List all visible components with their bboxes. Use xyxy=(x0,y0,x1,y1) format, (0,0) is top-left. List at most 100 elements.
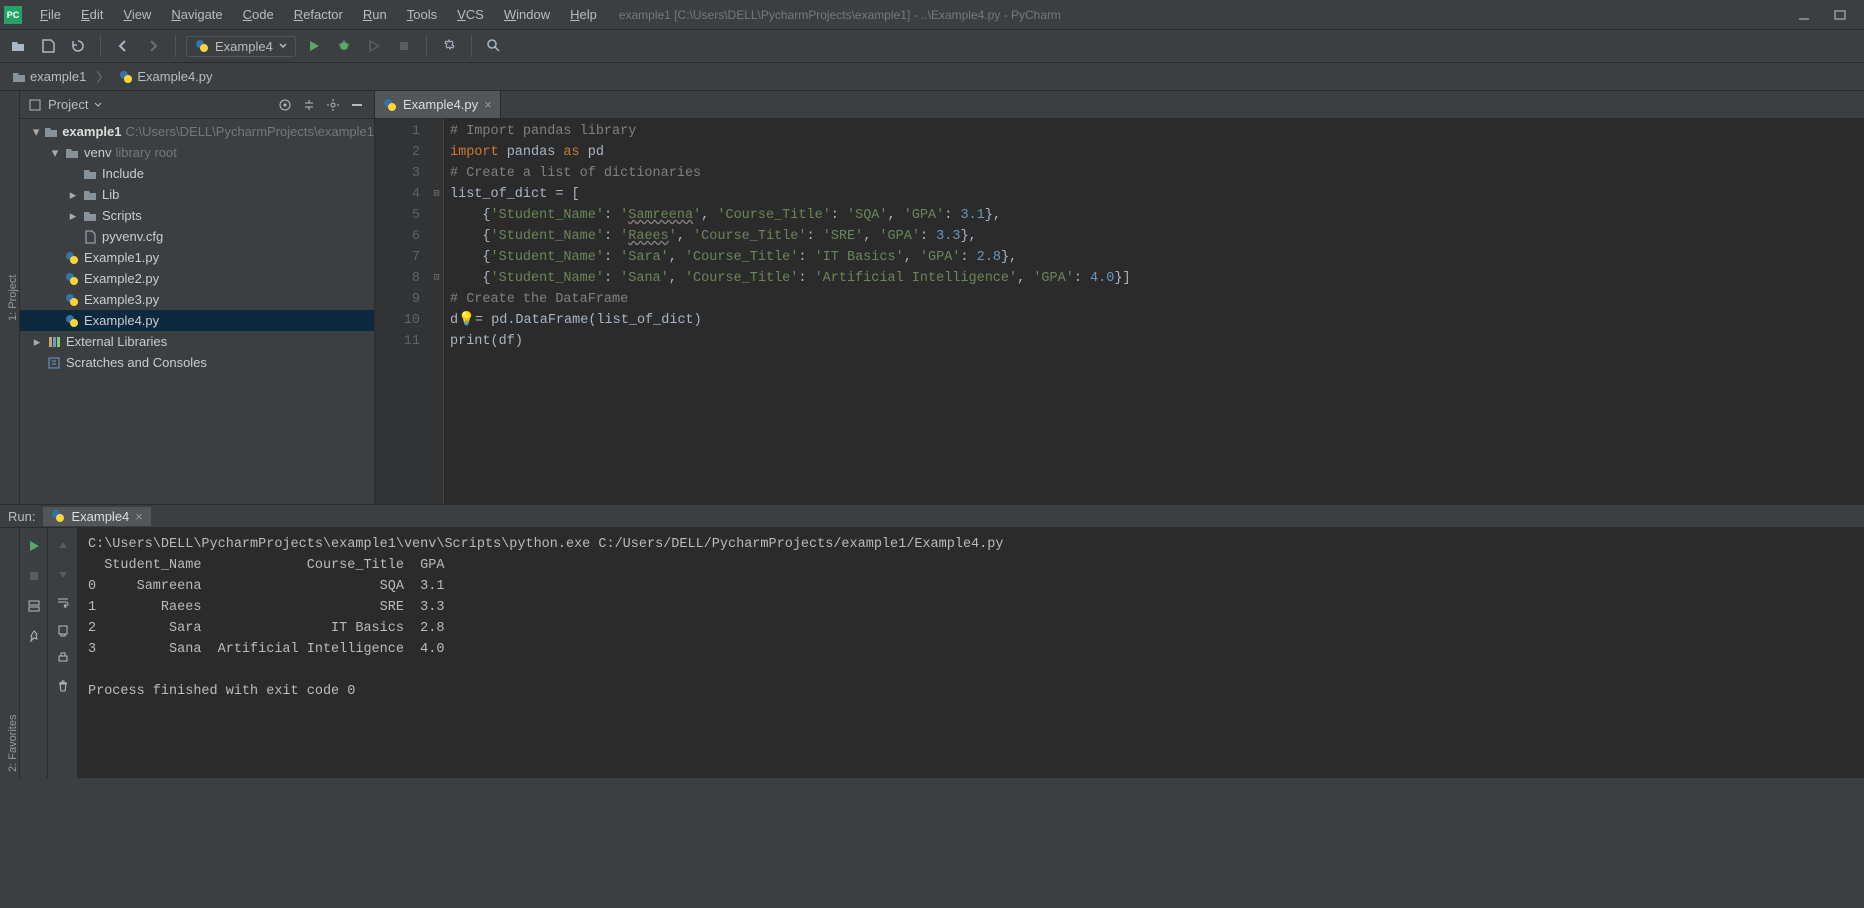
collapse-icon[interactable] xyxy=(300,96,318,114)
close-icon[interactable]: × xyxy=(484,97,492,112)
menu-vcs[interactable]: VCS xyxy=(447,3,494,26)
python-icon xyxy=(51,509,65,523)
tree-node[interactable]: Example4.py xyxy=(20,310,374,331)
tree-label: Scratches and Consoles xyxy=(66,355,207,370)
pin-icon[interactable] xyxy=(22,624,46,648)
tree-label: Example4.py xyxy=(84,313,159,328)
run-tab[interactable]: Example4 × xyxy=(43,507,150,526)
breadcrumb-label: Example4.py xyxy=(137,69,212,84)
minimize-button[interactable] xyxy=(1794,5,1814,25)
breadcrumb-item[interactable]: Example4.py xyxy=(113,67,218,86)
menu-run[interactable]: Run xyxy=(353,3,397,26)
project-icon xyxy=(28,98,42,112)
gear-icon[interactable] xyxy=(324,96,342,114)
up-icon[interactable] xyxy=(51,534,75,558)
trash-icon[interactable] xyxy=(51,674,75,698)
project-panel-header: Project xyxy=(20,91,374,119)
toolbar: Example4 xyxy=(0,30,1864,63)
menu-code[interactable]: Code xyxy=(233,3,284,26)
open-icon[interactable] xyxy=(6,34,30,58)
menu-edit[interactable]: Edit xyxy=(71,3,113,26)
run-panel-header: Run: Example4 × xyxy=(0,504,1864,528)
editor-area: Example4.py × 1234567891011 ⊟⊡ # Import … xyxy=(375,91,1864,504)
tree-node[interactable]: ▾example1C:\Users\DELL\PycharmProjects\e… xyxy=(20,121,374,142)
scroll-icon[interactable] xyxy=(51,618,75,642)
tree-arrow-icon[interactable]: ▾ xyxy=(50,145,60,161)
project-tree[interactable]: ▾example1C:\Users\DELL\PycharmProjects\e… xyxy=(20,119,374,504)
tree-label: Scripts xyxy=(102,208,142,223)
coverage-icon[interactable] xyxy=(362,34,386,58)
tree-node[interactable]: Include xyxy=(20,163,374,184)
back-icon[interactable] xyxy=(111,34,135,58)
stop-icon[interactable] xyxy=(392,34,416,58)
wrap-icon[interactable] xyxy=(51,590,75,614)
chevron-down-icon[interactable] xyxy=(94,101,102,109)
run-label: Run: xyxy=(8,509,35,524)
folder-icon xyxy=(82,208,98,224)
console-output[interactable]: C:\Users\DELL\PycharmProjects\example1\v… xyxy=(78,528,1864,778)
fold-column[interactable]: ⊟⊡ xyxy=(430,119,444,504)
tree-label: Example1.py xyxy=(84,250,159,265)
folder-icon xyxy=(12,70,26,84)
tree-node[interactable]: Scratches and Consoles xyxy=(20,352,374,373)
tree-node[interactable]: ▸ Scripts xyxy=(20,205,374,226)
folder-icon xyxy=(82,187,98,203)
editor-tab[interactable]: Example4.py × xyxy=(375,91,501,118)
tree-arrow-icon[interactable]: ▸ xyxy=(68,187,78,203)
save-icon[interactable] xyxy=(36,34,60,58)
tree-arrow-icon[interactable]: ▸ xyxy=(68,208,78,224)
stop-icon[interactable] xyxy=(22,564,46,588)
menu-view[interactable]: View xyxy=(113,3,161,26)
refresh-icon[interactable] xyxy=(66,34,90,58)
print-icon[interactable] xyxy=(51,646,75,670)
tree-label: External Libraries xyxy=(66,334,167,349)
menu-help[interactable]: Help xyxy=(560,3,607,26)
search-icon[interactable] xyxy=(482,34,506,58)
menu-refactor[interactable]: Refactor xyxy=(284,3,353,26)
tree-arrow-icon[interactable]: ▾ xyxy=(32,124,40,140)
menu-file[interactable]: File xyxy=(30,3,71,26)
tree-label: venvlibrary root xyxy=(84,145,177,160)
menubar: PC FileEditViewNavigateCodeRefactorRunTo… xyxy=(0,0,1864,30)
rerun-icon[interactable] xyxy=(22,534,46,558)
menu-window[interactable]: Window xyxy=(494,3,560,26)
editor-tab-label: Example4.py xyxy=(403,97,478,112)
rail-project[interactable]: 1: Project xyxy=(7,97,19,498)
tree-arrow-icon[interactable]: ▸ xyxy=(32,334,42,350)
tree-label: pyvenv.cfg xyxy=(102,229,163,244)
tree-node[interactable]: pyvenv.cfg xyxy=(20,226,374,247)
tree-node[interactable]: ▸Lib xyxy=(20,184,374,205)
tree-node[interactable]: ▸ External Libraries xyxy=(20,331,374,352)
tree-node[interactable]: Example1.py xyxy=(20,247,374,268)
run-panel: 2: Favorites C:\Users\DELL\PycharmProjec… xyxy=(0,528,1864,778)
menu-tools[interactable]: Tools xyxy=(397,3,447,26)
tree-node[interactable]: Example3.py xyxy=(20,289,374,310)
run-tab-label: Example4 xyxy=(71,509,129,524)
maximize-button[interactable] xyxy=(1830,5,1850,25)
tree-node[interactable]: Example2.py xyxy=(20,268,374,289)
debug-icon[interactable] xyxy=(332,34,356,58)
menu-navigate[interactable]: Navigate xyxy=(161,3,232,26)
down-icon[interactable] xyxy=(51,562,75,586)
close-icon[interactable]: × xyxy=(135,509,143,524)
run-config-label: Example4 xyxy=(215,39,273,54)
tree-node[interactable]: ▾ venvlibrary root xyxy=(20,142,374,163)
code-editor[interactable]: 1234567891011 ⊟⊡ # Import pandas library… xyxy=(375,119,1864,504)
forward-icon[interactable] xyxy=(141,34,165,58)
tree-label: Example3.py xyxy=(84,292,159,307)
rail-favorites[interactable]: 2: Favorites xyxy=(7,528,19,778)
scratch-icon xyxy=(46,355,62,371)
breadcrumb-item[interactable]: example1 xyxy=(6,67,92,86)
code-content[interactable]: # Import pandas libraryimport pandas as … xyxy=(444,119,1864,504)
hide-icon[interactable] xyxy=(348,96,366,114)
folder-icon xyxy=(44,124,58,140)
line-gutter: 1234567891011 xyxy=(375,119,430,504)
tree-label: Example2.py xyxy=(84,271,159,286)
layout-icon[interactable] xyxy=(22,594,46,618)
run-icon[interactable] xyxy=(302,34,326,58)
run-config-selector[interactable]: Example4 xyxy=(186,36,296,57)
python-icon xyxy=(195,39,209,53)
left-tool-rail: 1: Project 7: Structure xyxy=(0,91,20,504)
locate-icon[interactable] xyxy=(276,96,294,114)
settings-icon[interactable] xyxy=(437,34,461,58)
